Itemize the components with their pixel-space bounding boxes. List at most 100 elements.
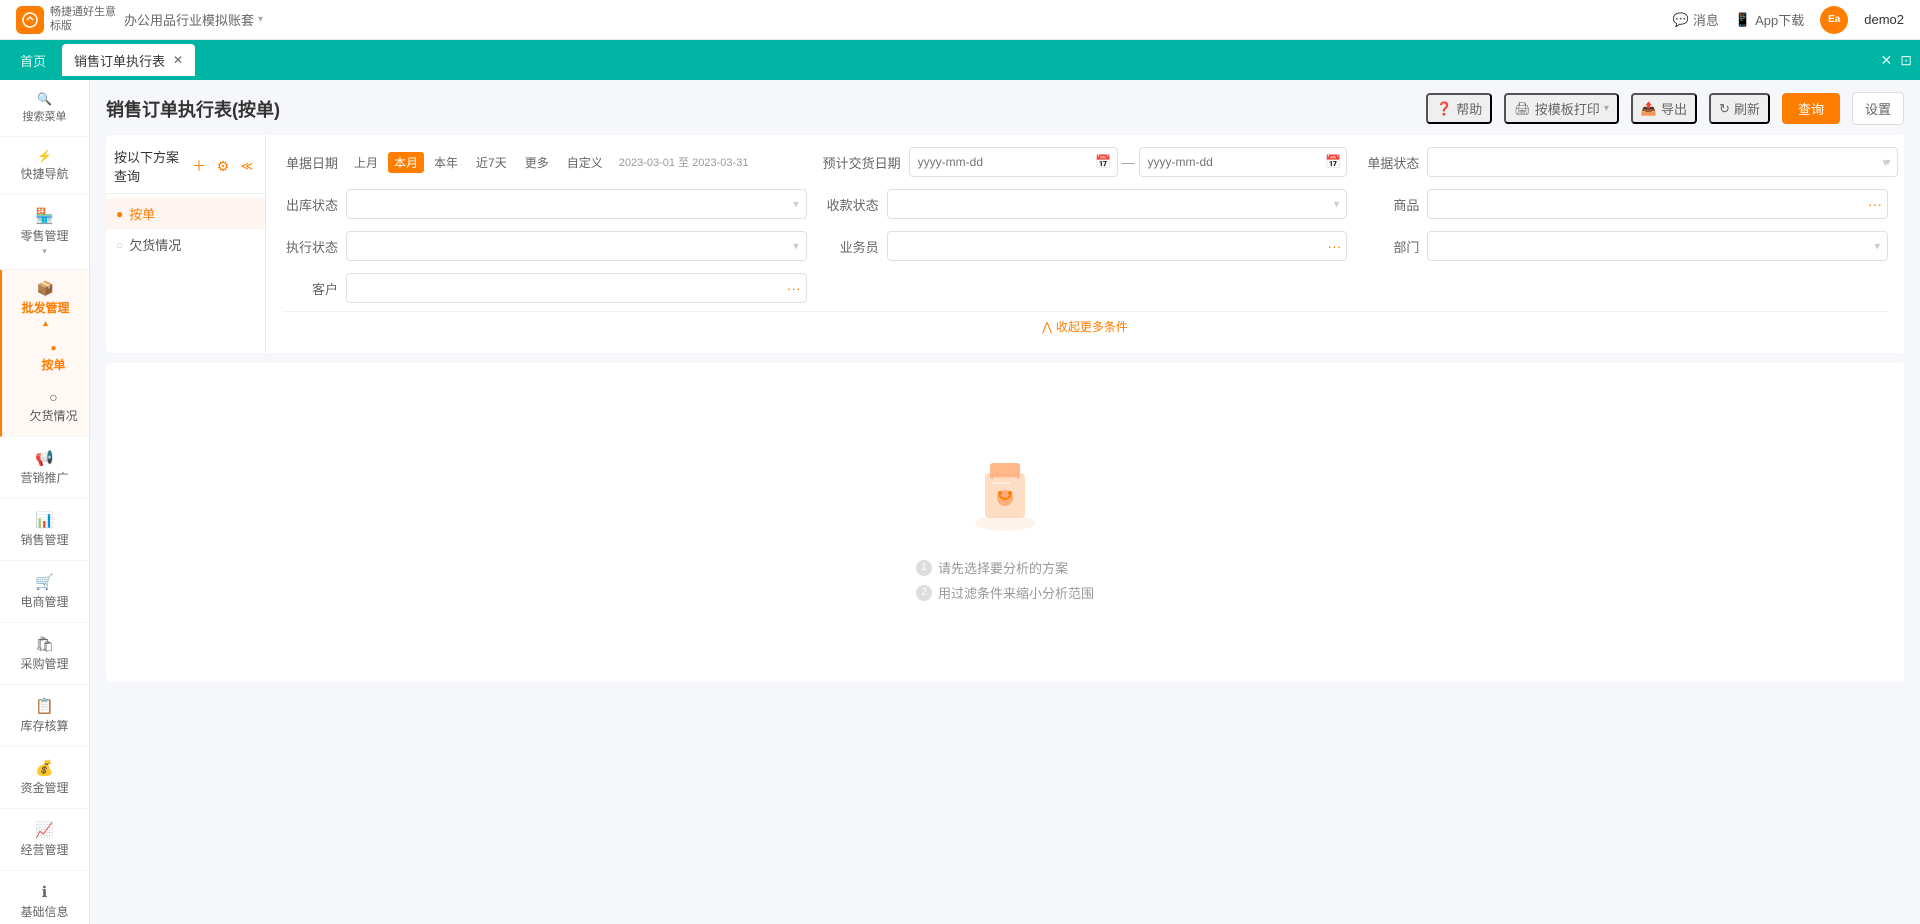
- customer-dots-icon[interactable]: ···: [787, 280, 801, 296]
- print-button[interactable]: 🖨 按模板打印 ▾: [1504, 93, 1619, 124]
- main-content: 销售订单执行表(按单) ❓ 帮助 🖨 按模板打印 ▾ 📤 导出 ↻ 刷新: [90, 80, 1920, 924]
- calendar-from-icon[interactable]: 📅: [1095, 154, 1111, 170]
- calendar-to-icon[interactable]: 📅: [1325, 154, 1341, 170]
- date-tab-this-month[interactable]: 本月: [388, 152, 424, 173]
- finance-icon: 💰: [35, 759, 54, 777]
- help-button[interactable]: ❓ 帮助: [1426, 93, 1492, 124]
- marketing-icon: 📢: [35, 449, 54, 467]
- ecommerce-icon: 🛒: [35, 573, 54, 591]
- date-tab-custom[interactable]: 自定义: [559, 152, 611, 173]
- print-icon: 🖨: [1514, 101, 1531, 117]
- delivery-date-range: 📅 — 📅: [909, 147, 1348, 177]
- inventory-icon: 📋: [35, 697, 54, 715]
- product-input[interactable]: [1427, 189, 1888, 219]
- sidebar-item-operations[interactable]: 📈 经营管理: [0, 813, 89, 866]
- basic-info-icon: ℹ: [42, 883, 48, 901]
- date-tab-this-year[interactable]: 本年: [426, 152, 466, 173]
- logo-text: 畅捷通好生意 标版: [50, 6, 116, 32]
- sidebar-item-ecommerce[interactable]: 🛒 电商管理: [0, 565, 89, 618]
- download-icon: 📱: [1735, 12, 1751, 28]
- date-tab-more[interactable]: 更多: [517, 152, 557, 173]
- sidebar-quick-nav-section: ⚡ 快捷导航: [0, 137, 89, 195]
- sidebar-wholesale-section: 📦 批发管理 ▴ ● 按单 ○ 欠货情况: [0, 270, 89, 437]
- sidebar-item-inventory[interactable]: 📋 库存核算: [0, 689, 89, 742]
- warehouse-select[interactable]: [346, 189, 807, 219]
- empty-hint-2: 2 用过滤条件来缩小分析范围: [916, 583, 1094, 602]
- sidebar-item-finance[interactable]: 💰 资金管理: [0, 751, 89, 804]
- scheme-actions: ＋ ⚙ ≪: [189, 156, 257, 176]
- scheme-panel: 按以下方案查询 ＋ ⚙ ≪ ● 按单 ○ 欠货情况: [106, 135, 266, 353]
- message-button[interactable]: 💬 消息: [1673, 10, 1719, 29]
- sidebar-item-wholesale[interactable]: 📦 批发管理 ▴: [2, 274, 89, 335]
- sidebar-search-button[interactable]: 🔍 搜索菜单: [0, 84, 89, 132]
- query-button[interactable]: 查询: [1782, 93, 1840, 124]
- status-field: 单据状态 ▾: [1363, 147, 1888, 177]
- customer-input[interactable]: [346, 273, 807, 303]
- sidebar-basic-info-section: ℹ 基础信息: [0, 871, 89, 924]
- tab-close-icon[interactable]: ✕: [173, 53, 183, 67]
- header-right: 💬 消息 📱 App下载 Ea demo2: [1673, 6, 1904, 34]
- help-icon: ❓: [1436, 101, 1452, 117]
- scheme-add-button[interactable]: ＋: [189, 156, 209, 176]
- print-arrow-icon: ▾: [1604, 103, 1609, 114]
- date-tab-last-7[interactable]: 近7天: [468, 152, 515, 173]
- logo-area: 畅捷通好生意 标版: [16, 6, 116, 34]
- filter-content-area: 按以下方案查询 ＋ ⚙ ≪ ● 按单 ○ 欠货情况: [106, 135, 1904, 353]
- app-download-button[interactable]: 📱 App下载: [1735, 10, 1804, 29]
- sidebar-sub-debt[interactable]: ○ 欠货情况: [2, 381, 89, 432]
- salesman-input-wrapper: ···: [887, 231, 1348, 261]
- salesman-input[interactable]: [887, 231, 1348, 261]
- page-title: 销售订单执行表(按单): [106, 96, 280, 122]
- product-dots-icon[interactable]: ···: [1868, 196, 1882, 212]
- date-filter-controls: 上月 本月 本年 近7天 更多 自定义 2023-03-01 至 2023-03: [346, 152, 807, 173]
- tab-restore-icon[interactable]: ⊡: [1900, 52, 1912, 69]
- wholesale-icon: 📦: [37, 280, 54, 297]
- username-label: demo2: [1864, 12, 1904, 27]
- sales-icon: 📊: [35, 511, 54, 529]
- scheme-order-icon: ●: [116, 207, 123, 221]
- delivery-date-to-input[interactable]: [1139, 147, 1348, 177]
- hint-num-1: 1: [916, 560, 932, 576]
- sidebar-item-quick-nav[interactable]: ⚡ 快捷导航: [0, 141, 89, 190]
- breadcrumb[interactable]: 办公用品行业模拟账套 ▾: [124, 10, 263, 29]
- payment-select-wrapper: ▾: [887, 189, 1348, 219]
- execute-select[interactable]: [346, 231, 807, 261]
- tab-bar: 首页 销售订单执行表 ✕ ✕ ⊡: [0, 40, 1920, 80]
- header-left: 畅捷通好生意 标版 办公用品行业模拟账套 ▾: [16, 6, 263, 34]
- quick-nav-icon: ⚡: [37, 149, 52, 163]
- tab-close-all-icon[interactable]: ✕: [1881, 52, 1893, 69]
- sidebar-item-marketing[interactable]: 📢 营销推广: [0, 441, 89, 494]
- department-select-wrapper: ▾: [1427, 231, 1888, 261]
- date-tab-last-month[interactable]: 上月: [346, 152, 386, 173]
- scheme-item-by-order[interactable]: ● 按单: [106, 198, 265, 229]
- status-select-wrapper: [1427, 147, 1898, 177]
- message-icon: 💬: [1673, 12, 1689, 28]
- sidebar-item-sales-mgmt[interactable]: 📊 销售管理: [0, 503, 89, 556]
- scheme-item-by-debt[interactable]: ○ 欠货情况: [106, 229, 265, 260]
- sidebar: 🔍 搜索菜单 ⚡ 快捷导航 🏪 零售管理 ▾ 📦 批发管理 ▴: [0, 80, 90, 924]
- delivery-date-from-input[interactable]: [909, 147, 1118, 177]
- salesman-dots-icon[interactable]: ···: [1327, 238, 1341, 254]
- empty-hints: 1 请先选择要分析的方案 2 用过滤条件来缩小分析范围: [916, 558, 1094, 602]
- export-button[interactable]: 📤 导出: [1631, 93, 1697, 124]
- sidebar-item-purchase[interactable]: 🛍 采购管理: [0, 627, 89, 680]
- scheme-settings-button[interactable]: ⚙: [213, 156, 233, 176]
- purchase-icon: 🛍: [35, 635, 54, 653]
- refresh-button[interactable]: ↻ 刷新: [1709, 93, 1770, 124]
- date-filter-field: 单据日期 上月 本月 本年 近7天 更多 自定义 2023-: [282, 152, 807, 173]
- avatar[interactable]: Ea: [1820, 6, 1848, 34]
- status-select[interactable]: [1427, 147, 1898, 177]
- collapse-button[interactable]: ⋀ 收起更多条件: [282, 311, 1888, 341]
- settings-button[interactable]: 设置: [1852, 92, 1904, 125]
- scheme-collapse-button[interactable]: ≪: [237, 156, 257, 176]
- department-select[interactable]: [1427, 231, 1888, 261]
- sidebar-retail-section: 🏪 零售管理 ▾: [0, 195, 89, 270]
- payment-field: 收款状态 ▾: [823, 189, 1348, 219]
- customer-field: 客户 ···: [282, 273, 807, 303]
- sidebar-item-retail[interactable]: 🏪 零售管理 ▾: [0, 199, 89, 265]
- sidebar-item-basic-info[interactable]: ℹ 基础信息: [0, 875, 89, 924]
- tab-sales-order[interactable]: 销售订单执行表 ✕: [62, 44, 195, 76]
- payment-select[interactable]: [887, 189, 1348, 219]
- tab-home[interactable]: 首页: [8, 44, 58, 76]
- sidebar-sub-orders[interactable]: ● 按单: [2, 335, 89, 381]
